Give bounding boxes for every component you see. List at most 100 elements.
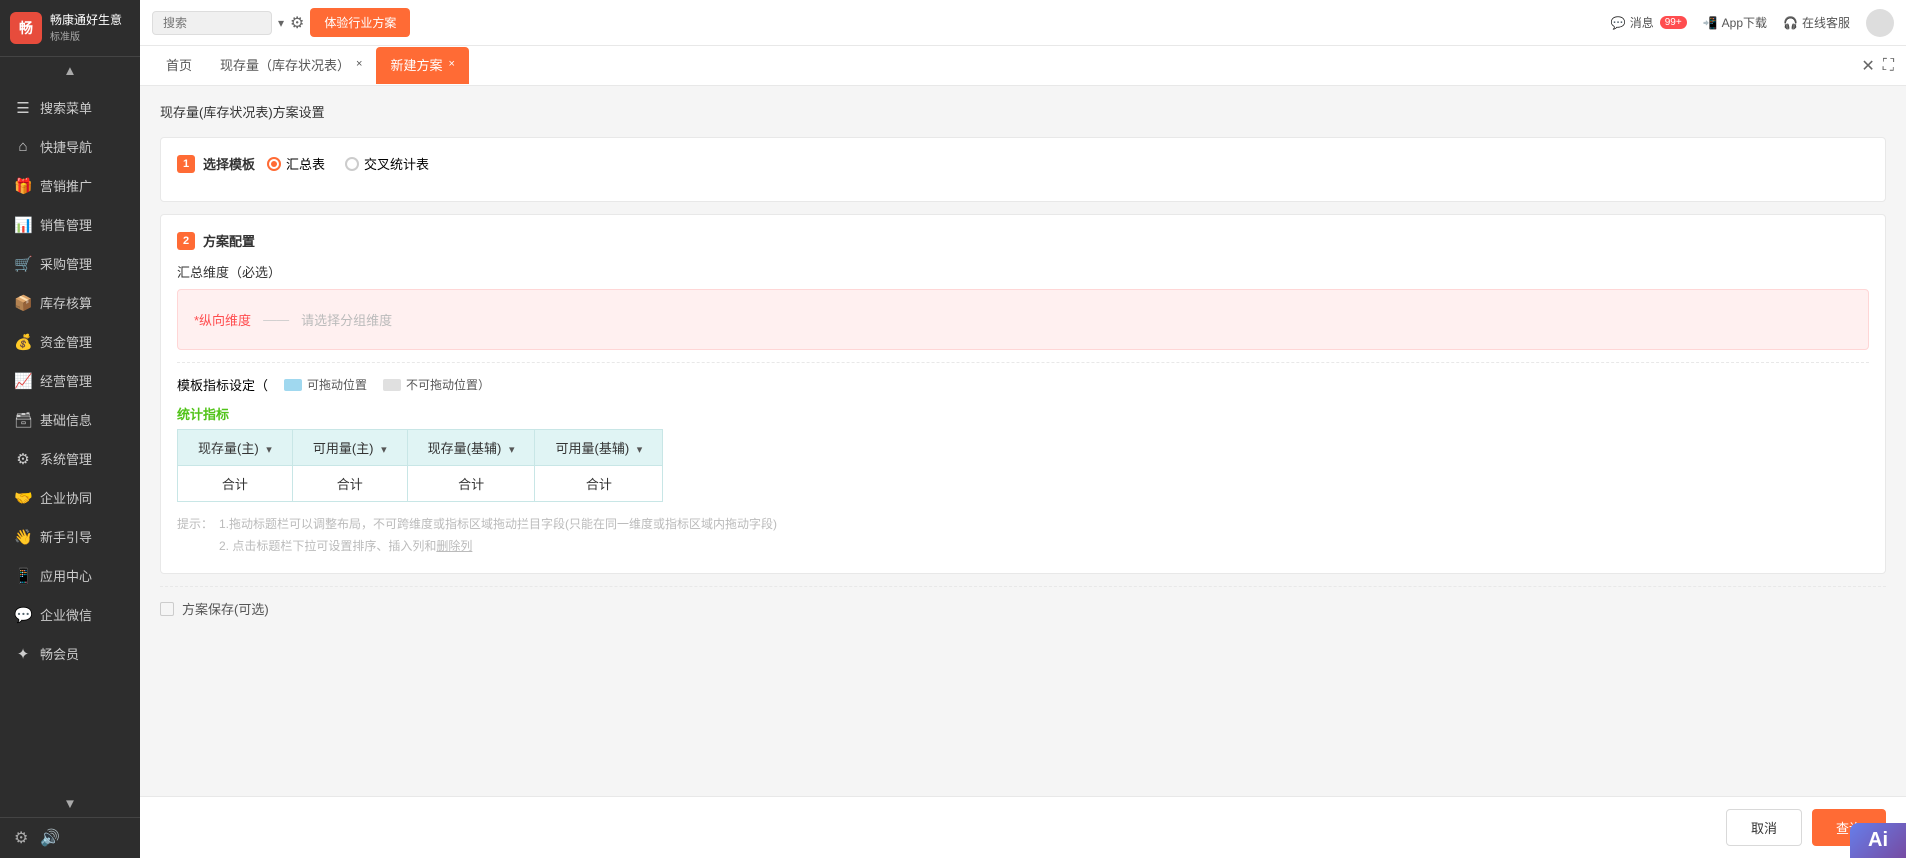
dimension-dash: —— — [263, 312, 289, 327]
wechat-icon: 💬 — [14, 606, 32, 624]
step1-badge: 1 — [177, 155, 195, 173]
sidebar-item-member[interactable]: ✦ 畅会员 — [0, 634, 140, 673]
radio-summary[interactable]: 汇总表 — [267, 154, 325, 173]
save-checkbox[interactable] — [160, 602, 174, 616]
tab-home[interactable]: 首页 — [152, 47, 206, 84]
table-row-0: 合计 合计 合计 合计 — [178, 466, 663, 502]
settings-icon[interactable]: ⚙ — [14, 828, 28, 848]
section-select-template: 1 选择模板 汇总表 交叉统计表 — [160, 137, 1886, 202]
save-checkbox-label: 方案保存(可选) — [182, 599, 269, 618]
app-download-label: App下载 — [1722, 14, 1767, 31]
app-download-group[interactable]: 📲 App下载 — [1703, 14, 1767, 31]
stats-table: 现存量(主) ▾ 可用量(主) ▾ 现存量(基辅) ▾ — [177, 429, 663, 502]
brand-sub: 标准版 — [50, 28, 122, 43]
table-header-row: 现存量(主) ▾ 可用量(主) ▾ 现存量(基辅) ▾ — [178, 430, 663, 466]
sidebar-item-label-app-center: 应用中心 — [40, 566, 92, 585]
sidebar-item-operation[interactable]: 📈 经营管理 — [0, 361, 140, 400]
tab-new-scheme[interactable]: 新建方案 × — [376, 47, 468, 84]
col-label-2: 现存量(基辅) — [428, 441, 502, 456]
section1-header: 1 选择模板 汇总表 交叉统计表 — [177, 154, 1869, 173]
tab-inventory-status[interactable]: 现存量（库存状况表） × — [206, 47, 376, 84]
sidebar-item-sales[interactable]: 📊 销售管理 — [0, 205, 140, 244]
fixed-legend-label: 不可拖动位置） — [406, 376, 490, 393]
sidebar-item-search-menu[interactable]: ☰ 搜索菜单 — [0, 88, 140, 127]
col-header-2: 现存量(基辅) ▾ — [407, 430, 535, 466]
cancel-button[interactable]: 取消 — [1726, 809, 1802, 846]
sidebar-item-system[interactable]: ⚙ 系统管理 — [0, 439, 140, 478]
top-dropdown-btn[interactable]: ▾ — [278, 16, 284, 30]
sidebar-item-label-inventory: 库存核算 — [40, 293, 92, 312]
col-label-1: 可用量(主) — [313, 441, 374, 456]
legend-draggable: 可拖动位置 — [284, 376, 367, 393]
sidebar-scroll-up[interactable]: ▲ — [0, 59, 140, 82]
cooperation-icon: 🤝 — [14, 489, 32, 507]
tab-inventory-status-close[interactable]: × — [356, 59, 362, 70]
app-center-icon: 📱 — [14, 567, 32, 585]
online-service-group[interactable]: 🎧 在线客服 — [1783, 14, 1850, 31]
sidebar-item-cooperation[interactable]: 🤝 企业协同 — [0, 478, 140, 517]
sidebar-item-label-member: 畅会员 — [40, 644, 79, 663]
top-gear-btn[interactable]: ⚙ — [290, 13, 304, 33]
col-header-0: 现存量(主) ▾ — [178, 430, 293, 466]
sidebar-item-label-operation: 经营管理 — [40, 371, 92, 390]
sidebar-item-label-system: 系统管理 — [40, 449, 92, 468]
operation-icon: 📈 — [14, 372, 32, 390]
col-dropdown-0[interactable]: ▾ — [266, 443, 272, 456]
indicators-legend: 模板指标设定（ 可拖动位置 不可拖动位置） — [177, 375, 1869, 394]
top-search-input[interactable] — [152, 11, 272, 35]
sidebar-item-app-center[interactable]: 📱 应用中心 — [0, 556, 140, 595]
radio-cross[interactable]: 交叉统计表 — [345, 154, 429, 173]
audio-icon[interactable]: 🔊 — [40, 828, 60, 848]
inventory-icon: 📦 — [14, 294, 32, 312]
sidebar-item-finance[interactable]: 💰 资金管理 — [0, 322, 140, 361]
summary-dimension-label: 汇总维度（必选） — [177, 262, 1869, 281]
tab-new-scheme-close[interactable]: × — [448, 59, 454, 70]
system-icon: ⚙ — [14, 450, 32, 468]
col-dropdown-2[interactable]: ▾ — [509, 443, 515, 456]
tab-bar: 首页 现存量（库存状况表） × 新建方案 × ✕ ⛶ — [140, 46, 1906, 86]
sidebar-scroll-down[interactable]: ▼ — [0, 792, 140, 815]
tab-controls: ✕ ⛶ — [1861, 56, 1894, 76]
sidebar-item-inventory[interactable]: 📦 库存核算 — [0, 283, 140, 322]
page-content: 现存量(库存状况表)方案设置 1 选择模板 汇总表 交叉统计表 — [140, 86, 1906, 796]
top-bar-left: ▾ ⚙ 体验行业方案 — [152, 8, 1603, 37]
col-dropdown-1[interactable]: ▾ — [381, 443, 387, 456]
sidebar: 畅 畅康通好生意 标准版 ▲ ☰ 搜索菜单 ⌂ 快捷导航 🎁 营销推广 📊 销售… — [0, 0, 140, 858]
sidebar-item-label-search-menu: 搜索菜单 — [40, 98, 92, 117]
search-menu-icon: ☰ — [14, 99, 32, 117]
sidebar-item-marketing[interactable]: 🎁 营销推广 — [0, 166, 140, 205]
message-group[interactable]: 💬 消息 99+ — [1611, 14, 1687, 31]
message-label: 消息 — [1630, 14, 1654, 31]
brand-info: 畅康通好生意 标准版 — [50, 13, 122, 44]
col-dropdown-3[interactable]: ▾ — [637, 443, 643, 456]
user-avatar[interactable] — [1866, 9, 1894, 37]
radio-summary-label: 汇总表 — [286, 154, 325, 173]
divider1 — [177, 362, 1869, 363]
section1-title: 选择模板 — [203, 154, 255, 173]
sales-icon: 📊 — [14, 216, 32, 234]
tab-close-all-btn[interactable]: ✕ — [1861, 56, 1874, 76]
sidebar-item-label-guide: 新手引导 — [40, 527, 92, 546]
draggable-legend-label: 可拖动位置 — [307, 376, 367, 393]
sidebar-item-purchase[interactable]: 🛒 采购管理 — [0, 244, 140, 283]
ai-badge[interactable]: Ai — [1850, 823, 1906, 858]
marketing-icon: 🎁 — [14, 177, 32, 195]
tab-inventory-status-label: 现存量（库存状况表） — [220, 55, 350, 74]
dimension-placeholder[interactable]: 请选择分组维度 — [301, 310, 392, 329]
radio-cross-label: 交叉统计表 — [364, 154, 429, 173]
trial-industry-btn[interactable]: 体验行业方案 — [310, 8, 410, 37]
guide-icon: 👋 — [14, 528, 32, 546]
dimension-row: *纵向维度 —— 请选择分组维度 — [194, 310, 1852, 329]
sidebar-item-quick-nav[interactable]: ⌂ 快捷导航 — [0, 127, 140, 166]
tab-expand-btn[interactable]: ⛶ — [1883, 57, 1894, 75]
divider-bottom — [160, 586, 1886, 587]
sidebar-item-basic-info[interactable]: 🗃 基础信息 — [0, 400, 140, 439]
section2-title: 方案配置 — [203, 231, 255, 250]
template-radio-group: 汇总表 交叉统计表 — [267, 154, 429, 173]
dimension-area: *纵向维度 —— 请选择分组维度 — [177, 289, 1869, 350]
sidebar-item-guide[interactable]: 👋 新手引导 — [0, 517, 140, 556]
indicators-label: 模板指标设定（ — [177, 375, 268, 394]
col-header-1: 可用量(主) ▾ — [292, 430, 407, 466]
fixed-box — [383, 379, 401, 391]
sidebar-item-wechat[interactable]: 💬 企业微信 — [0, 595, 140, 634]
